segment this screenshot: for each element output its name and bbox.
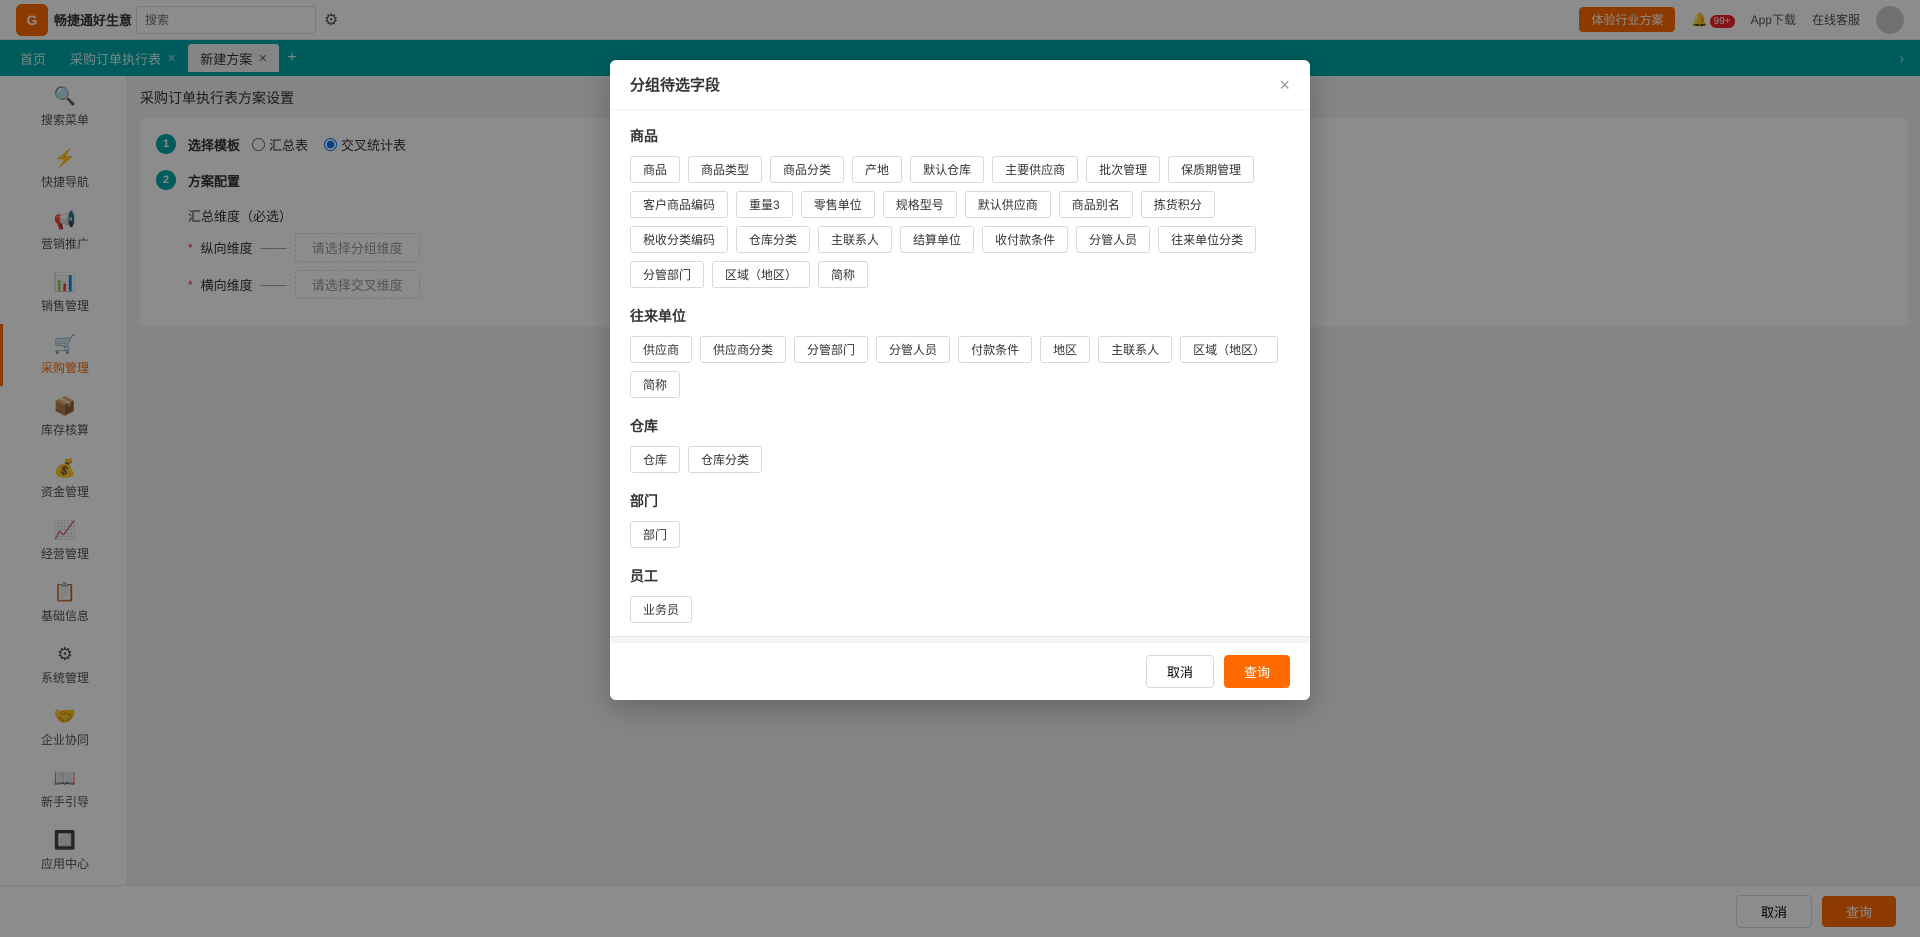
field-tag[interactable]: 商品别名 (1059, 191, 1133, 218)
modal-cancel-btn[interactable]: 取消 (1146, 655, 1214, 688)
field-tag[interactable]: 供应商 (630, 336, 692, 363)
modal-field-select: 分组待选字段 × 商品 商品 商品类型 商品分类 产地 默认仓库 主要供应商 批… (610, 60, 1310, 700)
field-tag[interactable]: 分管部门 (794, 336, 868, 363)
field-tag[interactable]: 拣货积分 (1141, 191, 1215, 218)
field-tag[interactable]: 仓库分类 (736, 226, 810, 253)
field-tag[interactable]: 产地 (852, 156, 902, 183)
field-group-title-warehouse: 仓库 (630, 416, 1290, 436)
field-tag[interactable]: 税收分类编码 (630, 226, 728, 253)
modal-body[interactable]: 商品 商品 商品类型 商品分类 产地 默认仓库 主要供应商 批次管理 保质期管理… (610, 110, 1310, 636)
field-tags-staff: 业务员 (630, 596, 1290, 623)
field-group-partner: 往来单位 供应商 供应商分类 分管部门 分管人员 付款条件 地区 主联系人 区域… (630, 306, 1290, 398)
field-group-warehouse: 仓库 仓库 仓库分类 (630, 416, 1290, 473)
field-tag[interactable]: 主要供应商 (992, 156, 1078, 183)
field-tag[interactable]: 区域（地区） (1180, 336, 1278, 363)
field-tag[interactable]: 批次管理 (1086, 156, 1160, 183)
modal-close-btn[interactable]: × (1279, 76, 1290, 94)
field-tag[interactable]: 主联系人 (1098, 336, 1172, 363)
field-tag[interactable]: 客户商品编码 (630, 191, 728, 218)
field-tags-warehouse: 仓库 仓库分类 (630, 446, 1290, 473)
field-tags-dept: 部门 (630, 521, 1290, 548)
field-tag[interactable]: 付款条件 (958, 336, 1032, 363)
field-tag[interactable]: 地区 (1040, 336, 1090, 363)
modal-title: 分组待选字段 (630, 74, 720, 95)
field-tag[interactable]: 分管部门 (630, 261, 704, 288)
field-tag[interactable]: 区域（地区） (712, 261, 810, 288)
field-tag[interactable]: 主联系人 (818, 226, 892, 253)
field-tag[interactable]: 仓库 (630, 446, 680, 473)
field-tags-partner: 供应商 供应商分类 分管部门 分管人员 付款条件 地区 主联系人 区域（地区） … (630, 336, 1290, 398)
modal-backdrop: 分组待选字段 × 商品 商品 商品类型 商品分类 产地 默认仓库 主要供应商 批… (0, 0, 1920, 937)
field-tag[interactable]: 部门 (630, 521, 680, 548)
field-tag[interactable]: 仓库分类 (688, 446, 762, 473)
field-group-title-dept: 部门 (630, 491, 1290, 511)
field-tag[interactable]: 默认仓库 (910, 156, 984, 183)
field-tag[interactable]: 商品类型 (688, 156, 762, 183)
field-tag[interactable]: 业务员 (630, 596, 692, 623)
field-tag[interactable]: 简称 (630, 371, 680, 398)
modal-confirm-btn[interactable]: 查询 (1224, 655, 1290, 688)
field-group-staff: 员工 业务员 (630, 566, 1290, 623)
field-group-goods: 商品 商品 商品类型 商品分类 产地 默认仓库 主要供应商 批次管理 保质期管理… (630, 126, 1290, 288)
field-tag[interactable]: 收付款条件 (982, 226, 1068, 253)
modal-header: 分组待选字段 × (610, 60, 1310, 110)
field-tag[interactable]: 结算单位 (900, 226, 974, 253)
field-tags-goods: 商品 商品类型 商品分类 产地 默认仓库 主要供应商 批次管理 保质期管理 客户… (630, 156, 1290, 288)
field-tag[interactable]: 供应商分类 (700, 336, 786, 363)
field-tag[interactable]: 简称 (818, 261, 868, 288)
field-tag[interactable]: 规格型号 (883, 191, 957, 218)
field-tag[interactable]: 保质期管理 (1168, 156, 1254, 183)
field-group-title-goods: 商品 (630, 126, 1290, 146)
field-tag[interactable]: 往来单位分类 (1158, 226, 1256, 253)
field-tag[interactable]: 重量3 (736, 191, 793, 218)
field-tag[interactable]: 分管人员 (876, 336, 950, 363)
modal-footer: 取消 查询 (610, 642, 1310, 700)
field-group-title-partner: 往来单位 (630, 306, 1290, 326)
field-tag[interactable]: 商品分类 (770, 156, 844, 183)
field-tag[interactable]: 默认供应商 (965, 191, 1051, 218)
field-tag[interactable]: 零售单位 (801, 191, 875, 218)
field-group-dept: 部门 部门 (630, 491, 1290, 548)
field-tag[interactable]: 分管人员 (1076, 226, 1150, 253)
field-group-title-staff: 员工 (630, 566, 1290, 586)
field-tag[interactable]: 商品 (630, 156, 680, 183)
